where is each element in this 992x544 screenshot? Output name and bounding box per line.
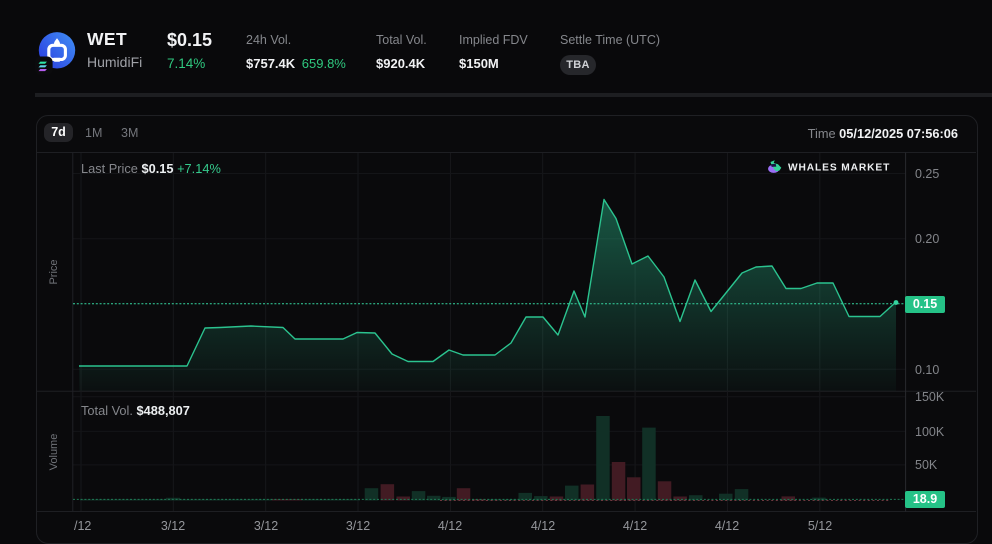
svg-text:WHALES MARKET: WHALES MARKET (788, 163, 890, 174)
